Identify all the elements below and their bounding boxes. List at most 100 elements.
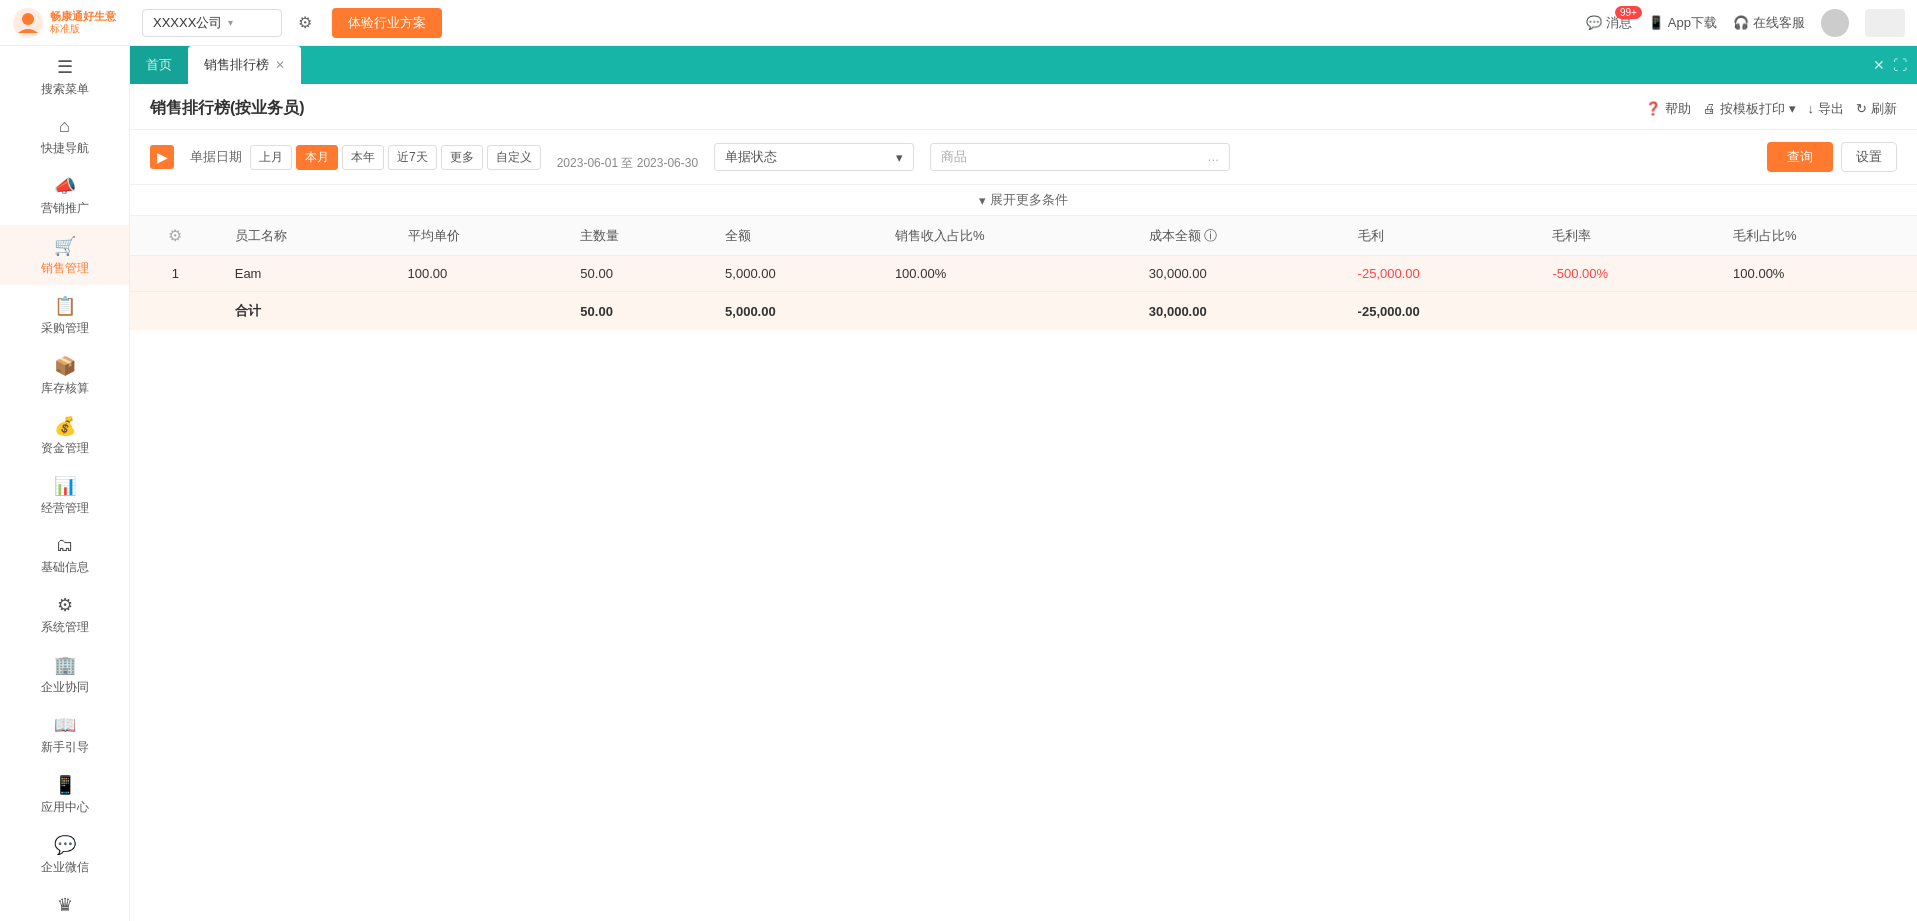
cell-gross-rate: -500.00% (1538, 256, 1719, 292)
sidebar-item-search[interactable]: ☰ 搜索菜单 (0, 46, 129, 106)
header-right: 💬 消息 99+ 📱 App下载 🎧 在线客服 (1586, 9, 1905, 37)
footer-empty4 (1538, 292, 1719, 331)
marketing-icon: 📣 (54, 175, 76, 197)
print-icon: 🖨 (1703, 101, 1716, 116)
app-center-icon: 📱 (54, 774, 76, 796)
company-name: XXXXX公司 (153, 14, 222, 32)
date-range: 2023-06-01 至 2023-06-30 (557, 155, 698, 172)
help-icon: ❓ (1645, 101, 1661, 116)
cell-gross: -25,000.00 (1344, 256, 1539, 292)
sidebar-item-quick-nav[interactable]: ⌂ 快捷导航 (0, 106, 129, 165)
status-filter[interactable]: 单据状态 ▾ (714, 143, 914, 171)
sidebar-item-member[interactable]: ♛ 畅会员 (0, 884, 129, 921)
main-layout: ☰ 搜索菜单 ⌂ 快捷导航 📣 营销推广 🛒 销售管理 📋 采购管理 📦 库存核… (0, 46, 1917, 921)
cell-name: Eam (221, 256, 394, 292)
export-icon: ↓ (1808, 101, 1815, 116)
cell-gross-pct: 100.00% (1719, 256, 1917, 292)
tab-sales-rank[interactable]: 销售排行榜 ✕ (188, 46, 301, 84)
search-menu-icon: ☰ (57, 56, 73, 78)
col-avg-price: 平均单价 (394, 216, 567, 256)
sidebar-item-finance[interactable]: 💰 资金管理 (0, 405, 129, 465)
expand-icon: ▾ (979, 193, 986, 208)
goods-filter[interactable]: 商品 … (930, 143, 1230, 171)
sidebar-item-operations[interactable]: 📊 经营管理 (0, 465, 129, 525)
online-service-button[interactable]: 🎧 在线客服 (1733, 14, 1805, 32)
cell-main-qty: 50.00 (566, 256, 711, 292)
query-button[interactable]: 查询 (1767, 142, 1833, 172)
col-settings-icon[interactable]: ⚙ (168, 227, 182, 244)
more-filter-dots: … (1207, 150, 1219, 164)
col-cost: 成本全额 ⓘ (1135, 216, 1344, 256)
footer-empty1 (130, 292, 221, 331)
message-icon: 💬 (1586, 15, 1602, 30)
col-gross-rate: 毛利率 (1538, 216, 1719, 256)
sidebar-item-sales[interactable]: 🛒 销售管理 (0, 225, 129, 285)
action-btns: 查询 设置 (1767, 142, 1897, 172)
sidebar-item-marketing[interactable]: 📣 营销推广 (0, 165, 129, 225)
help-button[interactable]: ❓ 帮助 (1645, 100, 1691, 118)
trial-button[interactable]: 体验行业方案 (332, 8, 442, 38)
tab-close-icon[interactable]: ✕ (275, 58, 285, 72)
company-selector[interactable]: XXXXX公司 ▾ (142, 9, 282, 37)
refresh-button[interactable]: ↻ 刷新 (1856, 100, 1897, 118)
sidebar-item-basic-info[interactable]: 🗂 基础信息 (0, 525, 129, 584)
date-btn-this-month[interactable]: 本月 (296, 145, 338, 170)
message-badge: 99+ (1615, 6, 1642, 19)
headset-icon: 🎧 (1733, 15, 1749, 30)
tab-home[interactable]: 首页 (130, 46, 188, 84)
gear-button[interactable]: ⚙ (290, 8, 320, 38)
refresh-icon: ↻ (1856, 101, 1867, 116)
footer-gross: -25,000.00 (1344, 292, 1539, 331)
table-container: ⚙ 员工名称 平均单价 主数量 全额 销售收入占比% 成本全额 ⓘ 毛利 毛利率 (130, 216, 1917, 350)
operations-icon: 📊 (54, 475, 76, 497)
date-btn-7days[interactable]: 近7天 (388, 145, 437, 170)
expand-conditions-button[interactable]: ▾ 展开更多条件 (979, 191, 1068, 209)
sidebar-item-inventory[interactable]: 📦 库存核算 (0, 345, 129, 405)
export-button[interactable]: ↓ 导出 (1808, 100, 1845, 118)
date-btn-this-year[interactable]: 本年 (342, 145, 384, 170)
sidebar-item-guide[interactable]: 📖 新手引导 (0, 704, 129, 764)
tab-home-label: 首页 (146, 56, 172, 74)
col-name: 员工名称 (221, 216, 394, 256)
table-row: 1 Eam 100.00 50.00 5,000.00 100.00% 30,0… (130, 256, 1917, 292)
logo-icon (12, 7, 44, 39)
finance-icon: 💰 (54, 415, 76, 437)
col-total: 全额 (711, 216, 881, 256)
col-main-qty: 主数量 (566, 216, 711, 256)
message-button[interactable]: 💬 消息 99+ (1586, 14, 1632, 32)
content-area: 首页 销售排行榜 ✕ ✕ ⛶ 销售排行榜(按业务员) ❓ (130, 46, 1917, 921)
cell-rank: 1 (130, 256, 221, 292)
page-content: 销售排行榜(按业务员) ❓ 帮助 🖨 按模板打印 ▾ ↓ (130, 84, 1917, 921)
close-window-icon[interactable]: ✕ (1873, 57, 1885, 73)
user-name-area (1865, 9, 1905, 37)
basic-info-icon: 🗂 (56, 535, 74, 556)
tab-bar: 首页 销售排行榜 ✕ ✕ ⛶ (130, 46, 1917, 84)
date-btn-custom[interactable]: 自定义 (487, 145, 541, 170)
col-settings[interactable]: ⚙ (130, 216, 221, 256)
svg-point-1 (22, 13, 34, 25)
filter-bar: ▶ 单据日期 上月 本月 本年 近7天 更多 自定义 2023-06-01 至 … (130, 130, 1917, 185)
col-sales-pct: 销售收入占比% (881, 216, 1135, 256)
app-download-button[interactable]: 📱 App下载 (1648, 14, 1717, 32)
sales-rank-table: ⚙ 员工名称 平均单价 主数量 全额 销售收入占比% 成本全额 ⓘ 毛利 毛利率 (130, 216, 1917, 330)
sidebar-item-system[interactable]: ⚙ 系统管理 (0, 584, 129, 644)
inner-page: 销售排行榜(按业务员) ❓ 帮助 🖨 按模板打印 ▾ ↓ (130, 84, 1917, 921)
sales-icon: 🛒 (54, 235, 76, 257)
date-filters: 上月 本月 本年 近7天 更多 自定义 (250, 145, 541, 170)
date-btn-more[interactable]: 更多 (441, 145, 483, 170)
wechat-icon: 💬 (54, 834, 76, 856)
inventory-icon: 📦 (54, 355, 76, 377)
avatar[interactable] (1821, 9, 1849, 37)
sidebar-item-app-center[interactable]: 📱 应用中心 (0, 764, 129, 824)
date-btn-last-month[interactable]: 上月 (250, 145, 292, 170)
sidebar-item-purchase[interactable]: 📋 采购管理 (0, 285, 129, 345)
maximize-icon[interactable]: ⛶ (1893, 57, 1907, 73)
template-print-button[interactable]: 🖨 按模板打印 ▾ (1703, 100, 1796, 118)
page-title-bar: 销售排行榜(按业务员) ❓ 帮助 🖨 按模板打印 ▾ ↓ (130, 84, 1917, 130)
settings-button[interactable]: 设置 (1841, 142, 1897, 172)
sidebar-item-enterprise[interactable]: 🏢 企业协同 (0, 644, 129, 704)
enterprise-icon: 🏢 (54, 654, 76, 676)
filter-toggle-button[interactable]: ▶ (150, 145, 174, 169)
sidebar-item-wechat[interactable]: 💬 企业微信 (0, 824, 129, 884)
chevron-down-icon: ▾ (228, 17, 233, 28)
